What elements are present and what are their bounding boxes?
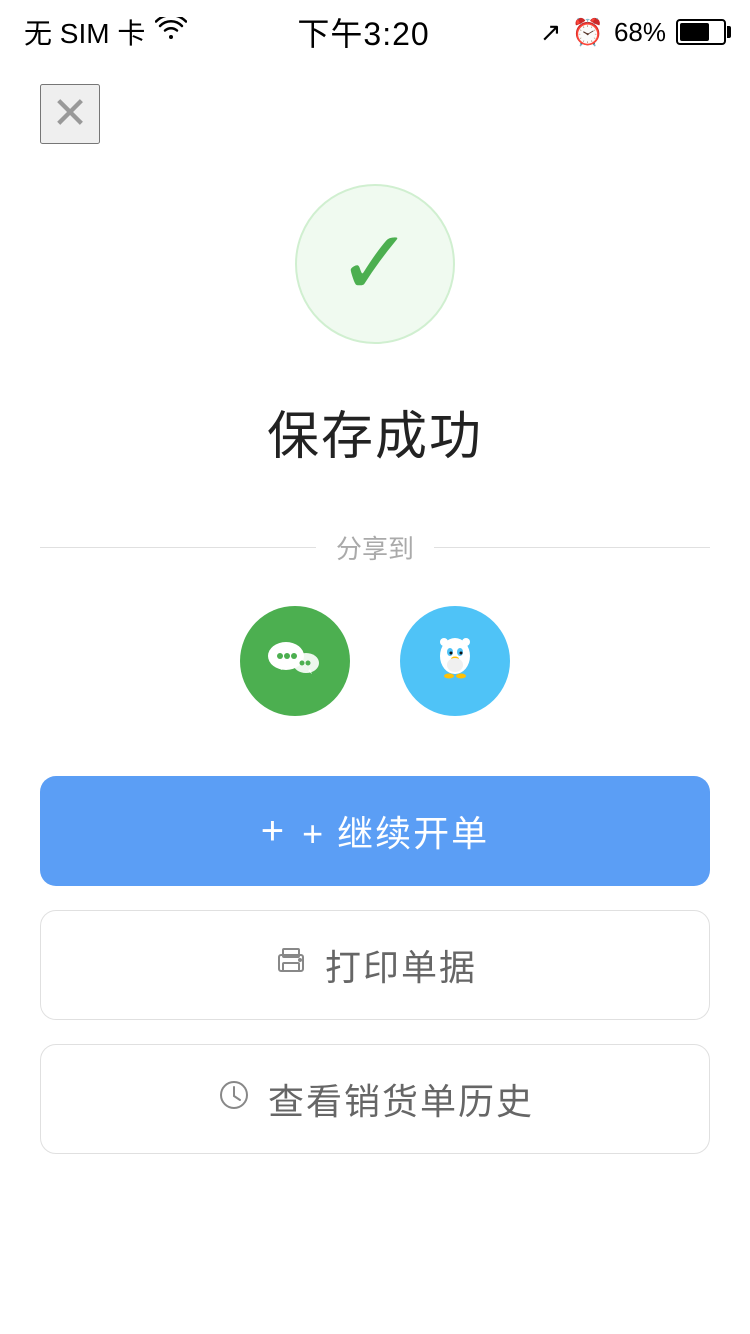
battery-icon: [676, 19, 726, 45]
success-indicator: ✓: [295, 184, 455, 344]
checkmark-icon: ✓: [337, 219, 412, 309]
carrier-text: 无 SIM 卡: [24, 12, 145, 52]
success-title: 保存成功: [267, 394, 483, 469]
history-label: 查看销货单历史: [268, 1073, 534, 1125]
share-label: 分享到: [336, 529, 414, 566]
battery-percent: 68%: [614, 17, 666, 48]
close-button[interactable]: ✕: [40, 84, 100, 144]
carrier-info: 无 SIM 卡: [24, 12, 187, 52]
alarm-icon: ⏰: [572, 17, 604, 48]
qq-icon: [420, 626, 490, 696]
history-icon: [216, 1077, 252, 1122]
history-button[interactable]: 查看销货单历史: [40, 1044, 710, 1154]
print-button[interactable]: 打印单据: [40, 910, 710, 1020]
action-buttons: + + 继续开单 打印单据: [40, 776, 710, 1154]
continue-button[interactable]: + + 继续开单: [40, 776, 710, 886]
wifi-icon: [155, 16, 187, 48]
divider-right: [434, 547, 710, 548]
status-time: 下午3:20: [297, 9, 429, 55]
continue-label: + 继续开单: [302, 805, 489, 857]
close-icon: ✕: [52, 92, 89, 136]
location-icon: ↗: [540, 17, 562, 48]
share-icons-row: [240, 606, 510, 716]
divider-left: [40, 547, 316, 548]
continue-icon: +: [261, 809, 286, 854]
main-content: ✕ ✓ 保存成功 分享到: [0, 64, 750, 1154]
status-indicators: ↗ ⏰ 68%: [540, 17, 726, 48]
status-bar: 无 SIM 卡 下午3:20 ↗ ⏰ 68%: [0, 0, 750, 64]
qq-share-button[interactable]: [400, 606, 510, 716]
print-label: 打印单据: [325, 939, 477, 991]
wechat-share-button[interactable]: [240, 606, 350, 716]
share-divider: 分享到: [40, 529, 710, 566]
wechat-icon: [260, 626, 330, 696]
print-icon: [273, 943, 309, 988]
